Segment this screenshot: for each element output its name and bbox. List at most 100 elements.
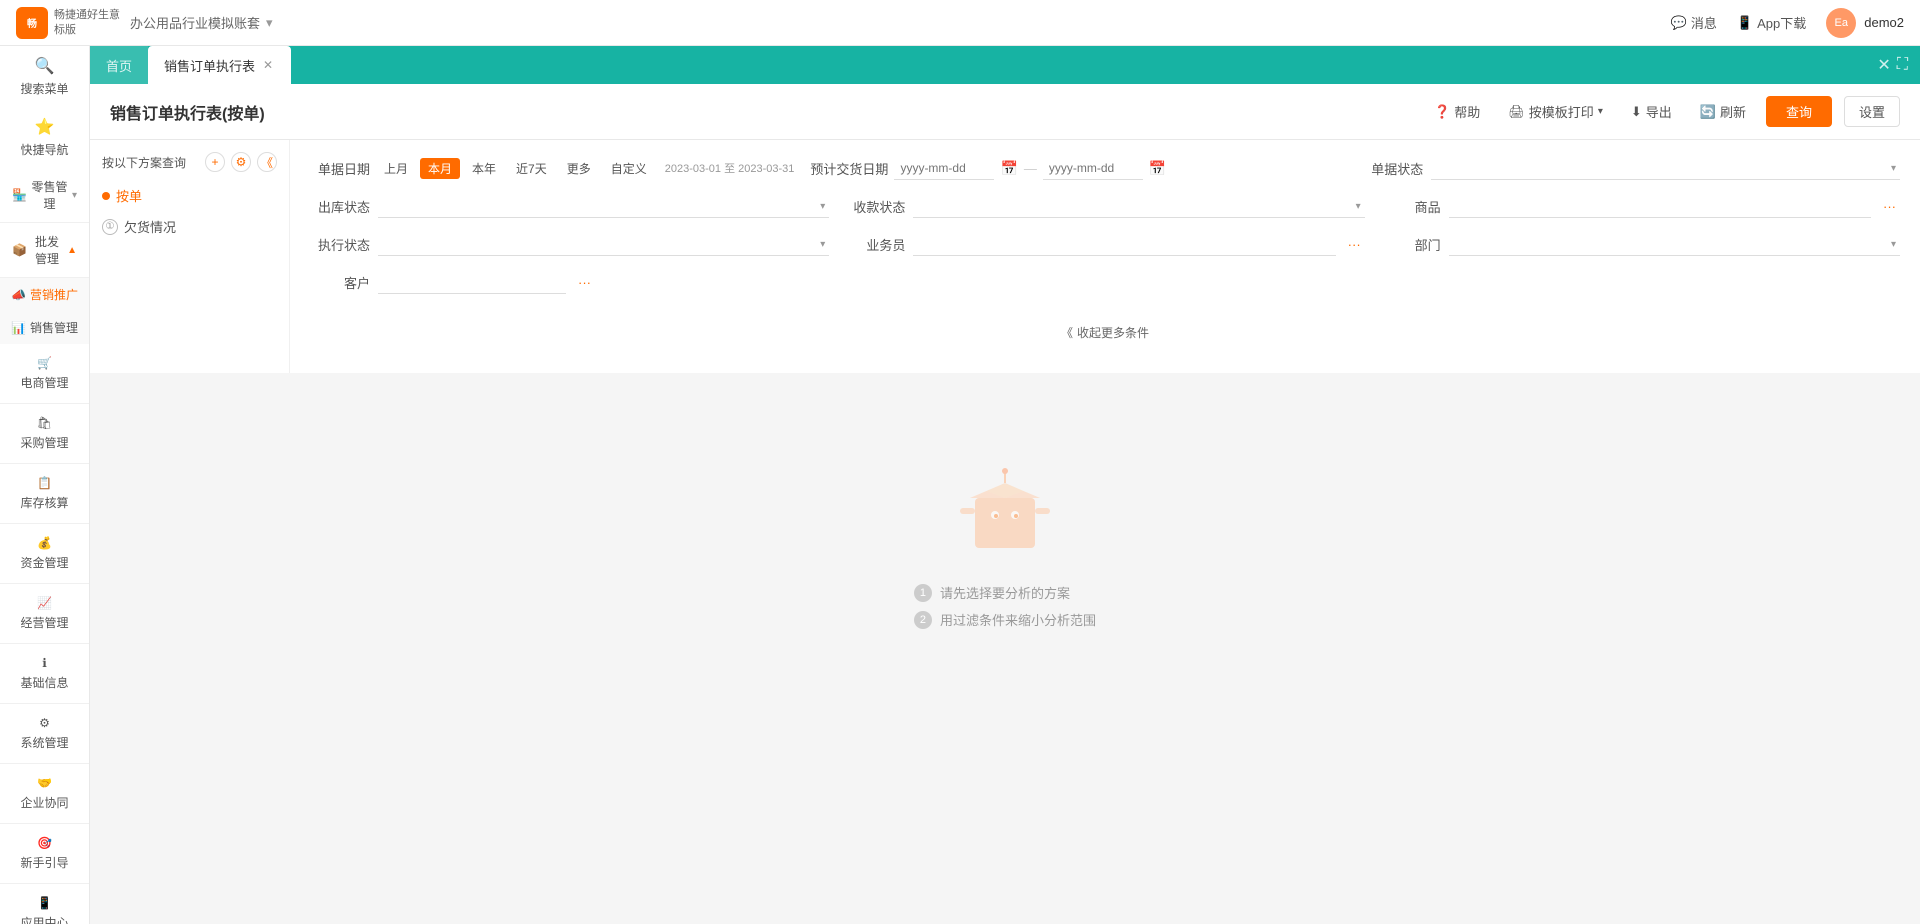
settings-button[interactable]: 设置 <box>1844 96 1900 127</box>
content-area: 首页 销售订单执行表 ✕ ✕ ⛶ 销售订单执行表(按单) ❓ 帮助 <box>90 46 1920 924</box>
tab-home[interactable]: 首页 <box>90 46 148 84</box>
filter-date: 单据日期 上月 本月 本年 近7天 更多 自定义 2023-03-01 至 20… <box>310 158 794 179</box>
scheme-item-shortage[interactable]: ① 欠货情况 <box>90 211 289 242</box>
top-header: 畅 畅捷通好生意 标版 办公用品行业模拟账套 ▾ 💬 消息 📱 App下载 Ea… <box>0 0 1920 46</box>
tab-close-icon[interactable]: ✕ <box>261 58 275 72</box>
add-scheme-icon[interactable]: + <box>205 152 225 172</box>
user-area[interactable]: Ea demo2 <box>1826 8 1904 38</box>
star-icon: ⭐ <box>35 117 55 137</box>
sidebar-item-operation[interactable]: 📈 经营管理 <box>0 584 89 644</box>
app-download-action[interactable]: 📱 App下载 <box>1737 13 1806 32</box>
scheme-panel: 按以下方案查询 + ⚙ 《 按单 ① 欠货情况 <box>90 140 290 373</box>
sidebar-item-system[interactable]: ⚙ 系统管理 <box>0 704 89 764</box>
system-icon: ⚙ <box>39 716 50 730</box>
tip-num-2: 2 <box>914 611 932 629</box>
date-range-display: 2023-03-01 至 2023-03-31 <box>665 160 795 176</box>
logo-text: 畅捷通好生意 标版 <box>54 8 120 37</box>
chevron-icon: ▾ <box>72 190 77 201</box>
calendar-from-icon[interactable]: 📅 <box>1000 160 1017 177</box>
main-layout: 🔍 搜索菜单 ⭐ 快捷导航 🏪 零售管理 ▾ 📦 批发管理 ▲ 📣 营销推广 <box>0 46 1920 924</box>
empty-illustration <box>950 453 1060 563</box>
export-button[interactable]: ⬇ 导出 <box>1623 98 1680 125</box>
tab-expand-icon[interactable]: ⛶ <box>1897 56 1908 74</box>
collapse-scheme-icon[interactable]: 《 <box>257 152 277 172</box>
expected-date-from[interactable] <box>894 157 994 180</box>
filter-doc-status: 单据状态 <box>1363 156 1900 180</box>
doc-status-select[interactable] <box>1431 156 1900 180</box>
basic-icon: ℹ <box>42 656 47 670</box>
sidebar-item-newuser[interactable]: 🎯 新手引导 <box>0 824 89 884</box>
salesperson-input[interactable] <box>913 232 1335 256</box>
inventory-icon: 📋 <box>37 476 52 490</box>
sidebar-item-purchase[interactable]: 🛍 采购管理 <box>0 404 89 464</box>
date-tab-last7[interactable]: 近7天 <box>508 158 555 179</box>
app-subtitle: 办公用品行业模拟账套 <box>130 13 260 32</box>
sidebar-item-quicknav[interactable]: ⭐ 快捷导航 <box>0 107 89 168</box>
tab-minimize-icon[interactable]: ✕ <box>1877 55 1890 75</box>
wholesale-icon: 📦 <box>12 243 27 257</box>
scheme-header: 按以下方案查询 + ⚙ 《 <box>90 152 289 180</box>
sidebar-item-appstore[interactable]: 📱 应用中心 <box>0 884 89 924</box>
doc-status-select-wrapper <box>1431 156 1900 180</box>
user-name[interactable]: demo2 <box>1864 15 1904 30</box>
help-button[interactable]: ❓ 帮助 <box>1426 98 1488 125</box>
sidebar-sub-items: 📣 营销推广 📊 销售管理 <box>0 278 89 344</box>
dept-select[interactable] <box>1449 232 1900 256</box>
sidebar-item-finance[interactable]: 💰 资金管理 <box>0 524 89 584</box>
settings-scheme-icon[interactable]: ⚙ <box>231 152 251 172</box>
exec-status-select-wrapper <box>378 232 829 256</box>
sidebar-item-retail[interactable]: 🏪 零售管理 ▾ <box>0 168 89 223</box>
filter-row-1: 单据日期 上月 本月 本年 近7天 更多 自定义 2023-03-01 至 20… <box>310 156 1900 180</box>
logo-icon: 畅 <box>16 7 48 39</box>
sidebar-item-wholesale[interactable]: 📦 批发管理 ▲ <box>0 223 89 278</box>
empty-tip-2: 2 用过滤条件来缩小分析范围 <box>914 610 1096 629</box>
print-chevron-icon: ▾ <box>1598 106 1603 117</box>
customer-input[interactable] <box>378 270 566 294</box>
filter-salesperson: 业务员 ··· <box>845 232 1364 256</box>
sidebar-item-inventory[interactable]: 📋 库存核算 <box>0 464 89 524</box>
customer-picker-icon[interactable]: ··· <box>574 275 595 290</box>
customer-label: 客户 <box>310 273 370 292</box>
sidebar-item-basic[interactable]: ℹ 基础信息 <box>0 644 89 704</box>
date-tab-lastmonth[interactable]: 上月 <box>376 158 416 179</box>
sidebar-item-enterprise[interactable]: 🤝 企业协同 <box>0 764 89 824</box>
print-button[interactable]: 🖨 按模板打印 ▾ <box>1500 98 1611 125</box>
exec-status-select[interactable] <box>378 232 829 256</box>
sidebar-item-search[interactable]: 🔍 搜索菜单 <box>0 46 89 107</box>
scheme-header-actions: + ⚙ 《 <box>205 152 277 172</box>
refresh-button[interactable]: 🔄 刷新 <box>1692 98 1754 125</box>
export-icon: ⬇ <box>1631 104 1642 120</box>
date-tab-thisyear[interactable]: 本年 <box>464 158 504 179</box>
sidebar-item-ecommerce[interactable]: 🛒 电商管理 <box>0 344 89 404</box>
date-tab-more[interactable]: 更多 <box>559 158 599 179</box>
expected-date-to[interactable] <box>1043 157 1143 180</box>
search-icon: 🔍 <box>35 56 55 76</box>
filter-expected-date: 预计交货日期 📅 — 📅 <box>810 157 1347 180</box>
messages-action[interactable]: 💬 消息 <box>1671 13 1717 32</box>
filter-row-2: 出库状态 收款状态 <box>310 194 1900 218</box>
tab-sales-order[interactable]: 销售订单执行表 ✕ <box>148 46 291 84</box>
date-tab-thismonth[interactable]: 本月 <box>420 158 460 179</box>
query-button[interactable]: 查询 <box>1766 96 1832 127</box>
dept-label: 部门 <box>1381 235 1441 254</box>
app-title-area: 办公用品行业模拟账套 ▾ <box>130 13 273 32</box>
dropdown-icon[interactable]: ▾ <box>266 15 273 31</box>
collapse-row: 《 收起更多条件 <box>310 308 1900 357</box>
salesperson-picker-icon[interactable]: ··· <box>1344 237 1365 252</box>
expected-date-label: 预计交货日期 <box>810 159 888 178</box>
collapse-button[interactable]: 《 收起更多条件 <box>1053 316 1157 349</box>
goods-input[interactable] <box>1449 194 1871 218</box>
sidebar-item-sales[interactable]: 📊 销售管理 <box>0 311 89 344</box>
scheme-item-order[interactable]: 按单 <box>90 180 289 211</box>
expected-date-inputs: 📅 — 📅 <box>894 157 1166 180</box>
date-label: 单据日期 <box>310 159 370 178</box>
filter-goods: 商品 ··· <box>1381 194 1900 218</box>
date-tab-custom[interactable]: 自定义 <box>603 158 655 179</box>
filter-exec-status: 执行状态 <box>310 232 829 256</box>
calendar-to-icon[interactable]: 📅 <box>1149 160 1166 177</box>
logo-area: 畅 畅捷通好生意 标版 <box>16 7 120 39</box>
stock-status-select[interactable] <box>378 194 829 218</box>
payment-status-select[interactable] <box>913 194 1364 218</box>
sidebar-item-marketing[interactable]: 📣 营销推广 <box>0 278 89 311</box>
goods-picker-icon[interactable]: ··· <box>1879 199 1900 214</box>
